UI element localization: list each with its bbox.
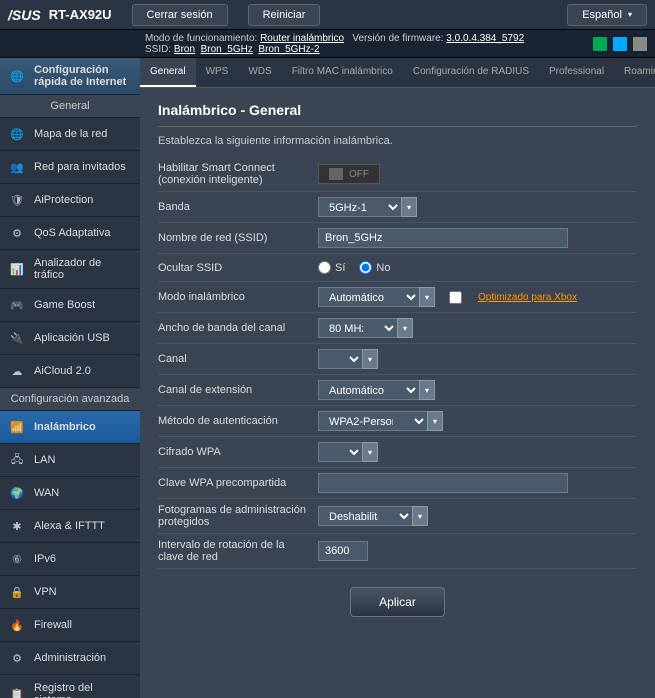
panel-desc: Establezca la siguiente información inal… (158, 135, 637, 147)
top-bar: /SUS RT-AX92U Cerrar sesión Reiniciar Es… (0, 0, 655, 30)
pmf-select[interactable]: Deshabilitar (318, 506, 413, 526)
wpa-key-input[interactable] (318, 473, 568, 493)
usb-icon[interactable] (613, 37, 627, 51)
menu-icon: ⚙ (8, 649, 26, 667)
sidebar-item[interactable]: 🔒VPN (0, 576, 140, 609)
menu-icon: 📊 (8, 260, 26, 278)
sidebar-item[interactable]: ⑥IPv6 (0, 543, 140, 576)
menu-icon: ⚙ (8, 224, 26, 242)
sidebar-item[interactable]: ☁AiCloud 2.0 (0, 355, 140, 388)
sidebar-item[interactable]: 🌐Mapa de la red (0, 118, 140, 151)
menu-icon: 🌐 (8, 125, 26, 143)
wireless-mode-select[interactable]: Automático (318, 287, 420, 307)
menu-icon: 📶 (8, 418, 26, 436)
sidebar-quick-setup[interactable]: 🌐 Configuración rápida de Internet (0, 58, 140, 95)
menu-icon: 🎮 (8, 296, 26, 314)
menu-icon: ✱ (8, 517, 26, 535)
ssid-input[interactable] (318, 228, 568, 248)
globe-icon: 🌐 (8, 67, 26, 85)
xbox-link[interactable]: Optimizado para Xbox (478, 292, 577, 303)
chevron-down-icon: ▾ (427, 411, 443, 431)
auth-select[interactable]: WPA2-Personal (318, 411, 428, 431)
mode-link[interactable]: Router inalámbrico (260, 33, 344, 44)
chevron-down-icon: ▾ (362, 349, 378, 369)
chevron-down-icon: ▾ (419, 287, 435, 307)
sidebar-advanced-header: Configuración avanzada (0, 388, 140, 411)
menu-icon: 🔒 (8, 583, 26, 601)
menu-icon: 👥 (8, 158, 26, 176)
tab[interactable]: WDS (238, 58, 281, 87)
menu-icon: 🖧 (8, 451, 26, 469)
tab[interactable]: Professional (539, 58, 614, 87)
reboot-button[interactable]: Reiniciar (248, 4, 321, 26)
tab[interactable]: Filtro MAC inalámbrico (282, 58, 403, 87)
sidebar-item[interactable]: 🔥Firewall (0, 609, 140, 642)
menu-icon: 🔥 (8, 616, 26, 634)
ext-channel-select[interactable]: Automático (318, 380, 420, 400)
sidebar-item[interactable]: 📶Inalámbrico (0, 411, 140, 444)
content-area: GeneralWPSWDSFiltro MAC inalámbricoConfi… (140, 58, 655, 698)
language-select[interactable]: Español (567, 4, 647, 26)
apply-button[interactable]: Aplicar (350, 587, 445, 617)
sidebar-item[interactable]: 📊Analizador de tráfico (0, 250, 140, 289)
menu-icon: 🔌 (8, 329, 26, 347)
tab[interactable]: WPS (196, 58, 239, 87)
aimesh-icon[interactable] (593, 37, 607, 51)
tabs: GeneralWPSWDSFiltro MAC inalámbricoConfi… (140, 58, 655, 88)
chevron-down-icon: ▾ (401, 197, 417, 217)
hide-ssid-no[interactable]: No (359, 261, 390, 274)
chevron-down-icon: ▾ (362, 442, 378, 462)
hide-ssid-yes[interactable]: Sí (318, 261, 345, 274)
logo: /SUS (8, 7, 41, 23)
model-name: RT-AX92U (49, 7, 112, 22)
menu-icon: 🌍 (8, 484, 26, 502)
info-bar: Modo de funcionamiento: Router inalámbri… (0, 30, 655, 58)
chevron-down-icon: ▾ (412, 506, 428, 526)
sidebar-item[interactable]: 🌍WAN (0, 477, 140, 510)
channel-select[interactable]: 44 (318, 349, 363, 369)
sidebar: 🌐 Configuración rápida de Internet Gener… (0, 58, 140, 698)
sidebar-general-header: General (0, 95, 140, 118)
chevron-down-icon: ▾ (419, 380, 435, 400)
encryption-select[interactable]: AES (318, 442, 363, 462)
sidebar-item[interactable]: ✱Alexa & IFTTT (0, 510, 140, 543)
menu-icon: ☁ (8, 362, 26, 380)
sidebar-item[interactable]: 👥Red para invitados (0, 151, 140, 184)
sidebar-item[interactable]: 🔌Aplicación USB (0, 322, 140, 355)
rotation-input[interactable] (318, 541, 368, 561)
menu-icon: 📋 (8, 685, 26, 698)
firmware-link[interactable]: 3.0.0.4.384_5792 (446, 33, 524, 44)
band-select[interactable]: 5GHz-1 (318, 197, 402, 217)
tab[interactable]: Configuración de RADIUS (403, 58, 539, 87)
ssid-link-3[interactable]: Bron_5GHz-2 (258, 44, 319, 55)
sidebar-item[interactable]: 📋Registro del sistema (0, 675, 140, 698)
tab[interactable]: General (140, 58, 196, 87)
logout-button[interactable]: Cerrar sesión (132, 4, 228, 26)
chevron-down-icon: ▾ (397, 318, 413, 338)
sidebar-item[interactable]: 🎮Game Boost (0, 289, 140, 322)
menu-icon: ⑥ (8, 550, 26, 568)
xbox-checkbox[interactable] (449, 291, 462, 304)
panel-title: Inalámbrico - General (158, 102, 637, 127)
menu-icon: 🛡 (8, 191, 26, 209)
reset-icon[interactable] (633, 37, 647, 51)
sidebar-item[interactable]: ⚙Administración (0, 642, 140, 675)
smart-connect-toggle[interactable]: OFF (318, 164, 380, 184)
sidebar-item[interactable]: 🖧LAN (0, 444, 140, 477)
sidebar-item[interactable]: 🛡AiProtection (0, 184, 140, 217)
sidebar-item[interactable]: ⚙QoS Adaptativa (0, 217, 140, 250)
ssid-link-2[interactable]: Bron_5GHz (201, 44, 253, 55)
ssid-link-1[interactable]: Bron (174, 44, 195, 55)
status-icons (593, 37, 647, 51)
bandwidth-select[interactable]: 80 MHz (318, 318, 398, 338)
tab[interactable]: Roaming Block List (614, 58, 655, 87)
